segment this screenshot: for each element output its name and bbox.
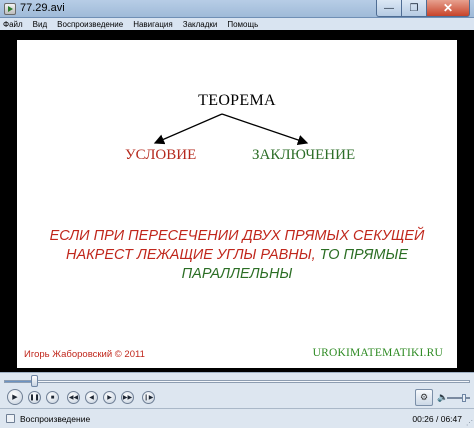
title-bar: 77.29.avi — ❐ ✕ (0, 0, 474, 18)
minimize-button[interactable]: — (376, 0, 402, 17)
status-bar: Воспроизведение 00:26 / 06:47 ⋰ (0, 408, 474, 428)
menu-navigation[interactable]: Навигация (133, 20, 173, 29)
media-player-app-icon[interactable] (4, 3, 16, 15)
volume-thumb[interactable] (462, 394, 467, 402)
seek-track[interactable] (4, 380, 470, 383)
next-button[interactable]: ▶▶ (121, 391, 134, 404)
slide-label-conclusion: ЗАКЛЮЧЕНИЕ (252, 147, 356, 163)
rewind-button[interactable]: ◀ (85, 391, 98, 404)
pause-button[interactable]: ❚❚ (28, 391, 41, 404)
slide-label-condition: УСЛОВИЕ (125, 147, 197, 163)
video-area[interactable]: ТЕОРЕМА УСЛОВИЕ ЗАКЛЮЧЕНИЕ ЕСЛИ ПРИ ПЕРЕ… (0, 30, 474, 372)
maximize-button[interactable]: ❐ (402, 0, 427, 17)
window-title: 77.29.avi (20, 2, 65, 14)
status-playing-icon (6, 414, 15, 423)
theorem-statement: ЕСЛИ ПРИ ПЕРЕСЕЧЕНИИ ДВУХ ПРЯМЫХ СЕКУЩЕЙ… (17, 227, 457, 284)
time-display: 00:26 / 06:47 (412, 414, 462, 424)
author-credit: Игорь Жаборовский © 2011 (24, 349, 145, 360)
video-frame-slide: ТЕОРЕМА УСЛОВИЕ ЗАКЛЮЧЕНИЕ ЕСЛИ ПРИ ПЕРЕ… (17, 40, 457, 368)
window-controls: — ❐ ✕ (376, 0, 470, 17)
close-button[interactable]: ✕ (427, 0, 470, 17)
resize-grip-icon[interactable]: ⋰ (466, 419, 473, 427)
menu-view[interactable]: Вид (33, 20, 47, 29)
menu-bar: Файл Вид Воспроизведение Навигация Закла… (0, 18, 474, 30)
seek-thumb[interactable] (31, 375, 39, 387)
playback-controls: ▶ ❚❚ ■ ◀◀ ◀ ▶ ▶▶ ❙▶ ⚙ 🔈 (0, 388, 474, 408)
arrow-to-conclusion (221, 113, 309, 145)
menu-file[interactable]: Файл (3, 20, 23, 29)
snapshot-icon[interactable]: ⚙ (415, 389, 433, 406)
menu-help[interactable]: Помощь (227, 20, 258, 29)
menu-playback[interactable]: Воспроизведение (57, 20, 123, 29)
status-text: Воспроизведение (20, 414, 91, 424)
stop-button[interactable]: ■ (46, 391, 59, 404)
forward-button[interactable]: ▶ (103, 391, 116, 404)
speaker-icon[interactable]: 🔈 (437, 393, 448, 402)
play-button[interactable]: ▶ (7, 389, 23, 405)
menu-bookmarks[interactable]: Закладки (183, 20, 218, 29)
seek-bar[interactable] (0, 372, 474, 388)
arrow-to-condition (153, 113, 223, 145)
previous-button[interactable]: ◀◀ (67, 391, 80, 404)
frame-step-button[interactable]: ❙▶ (142, 391, 155, 404)
volume-slider[interactable] (447, 394, 470, 402)
branch-arrows (153, 113, 309, 145)
site-watermark: UROKIMATEMATIKI.RU (312, 347, 443, 359)
